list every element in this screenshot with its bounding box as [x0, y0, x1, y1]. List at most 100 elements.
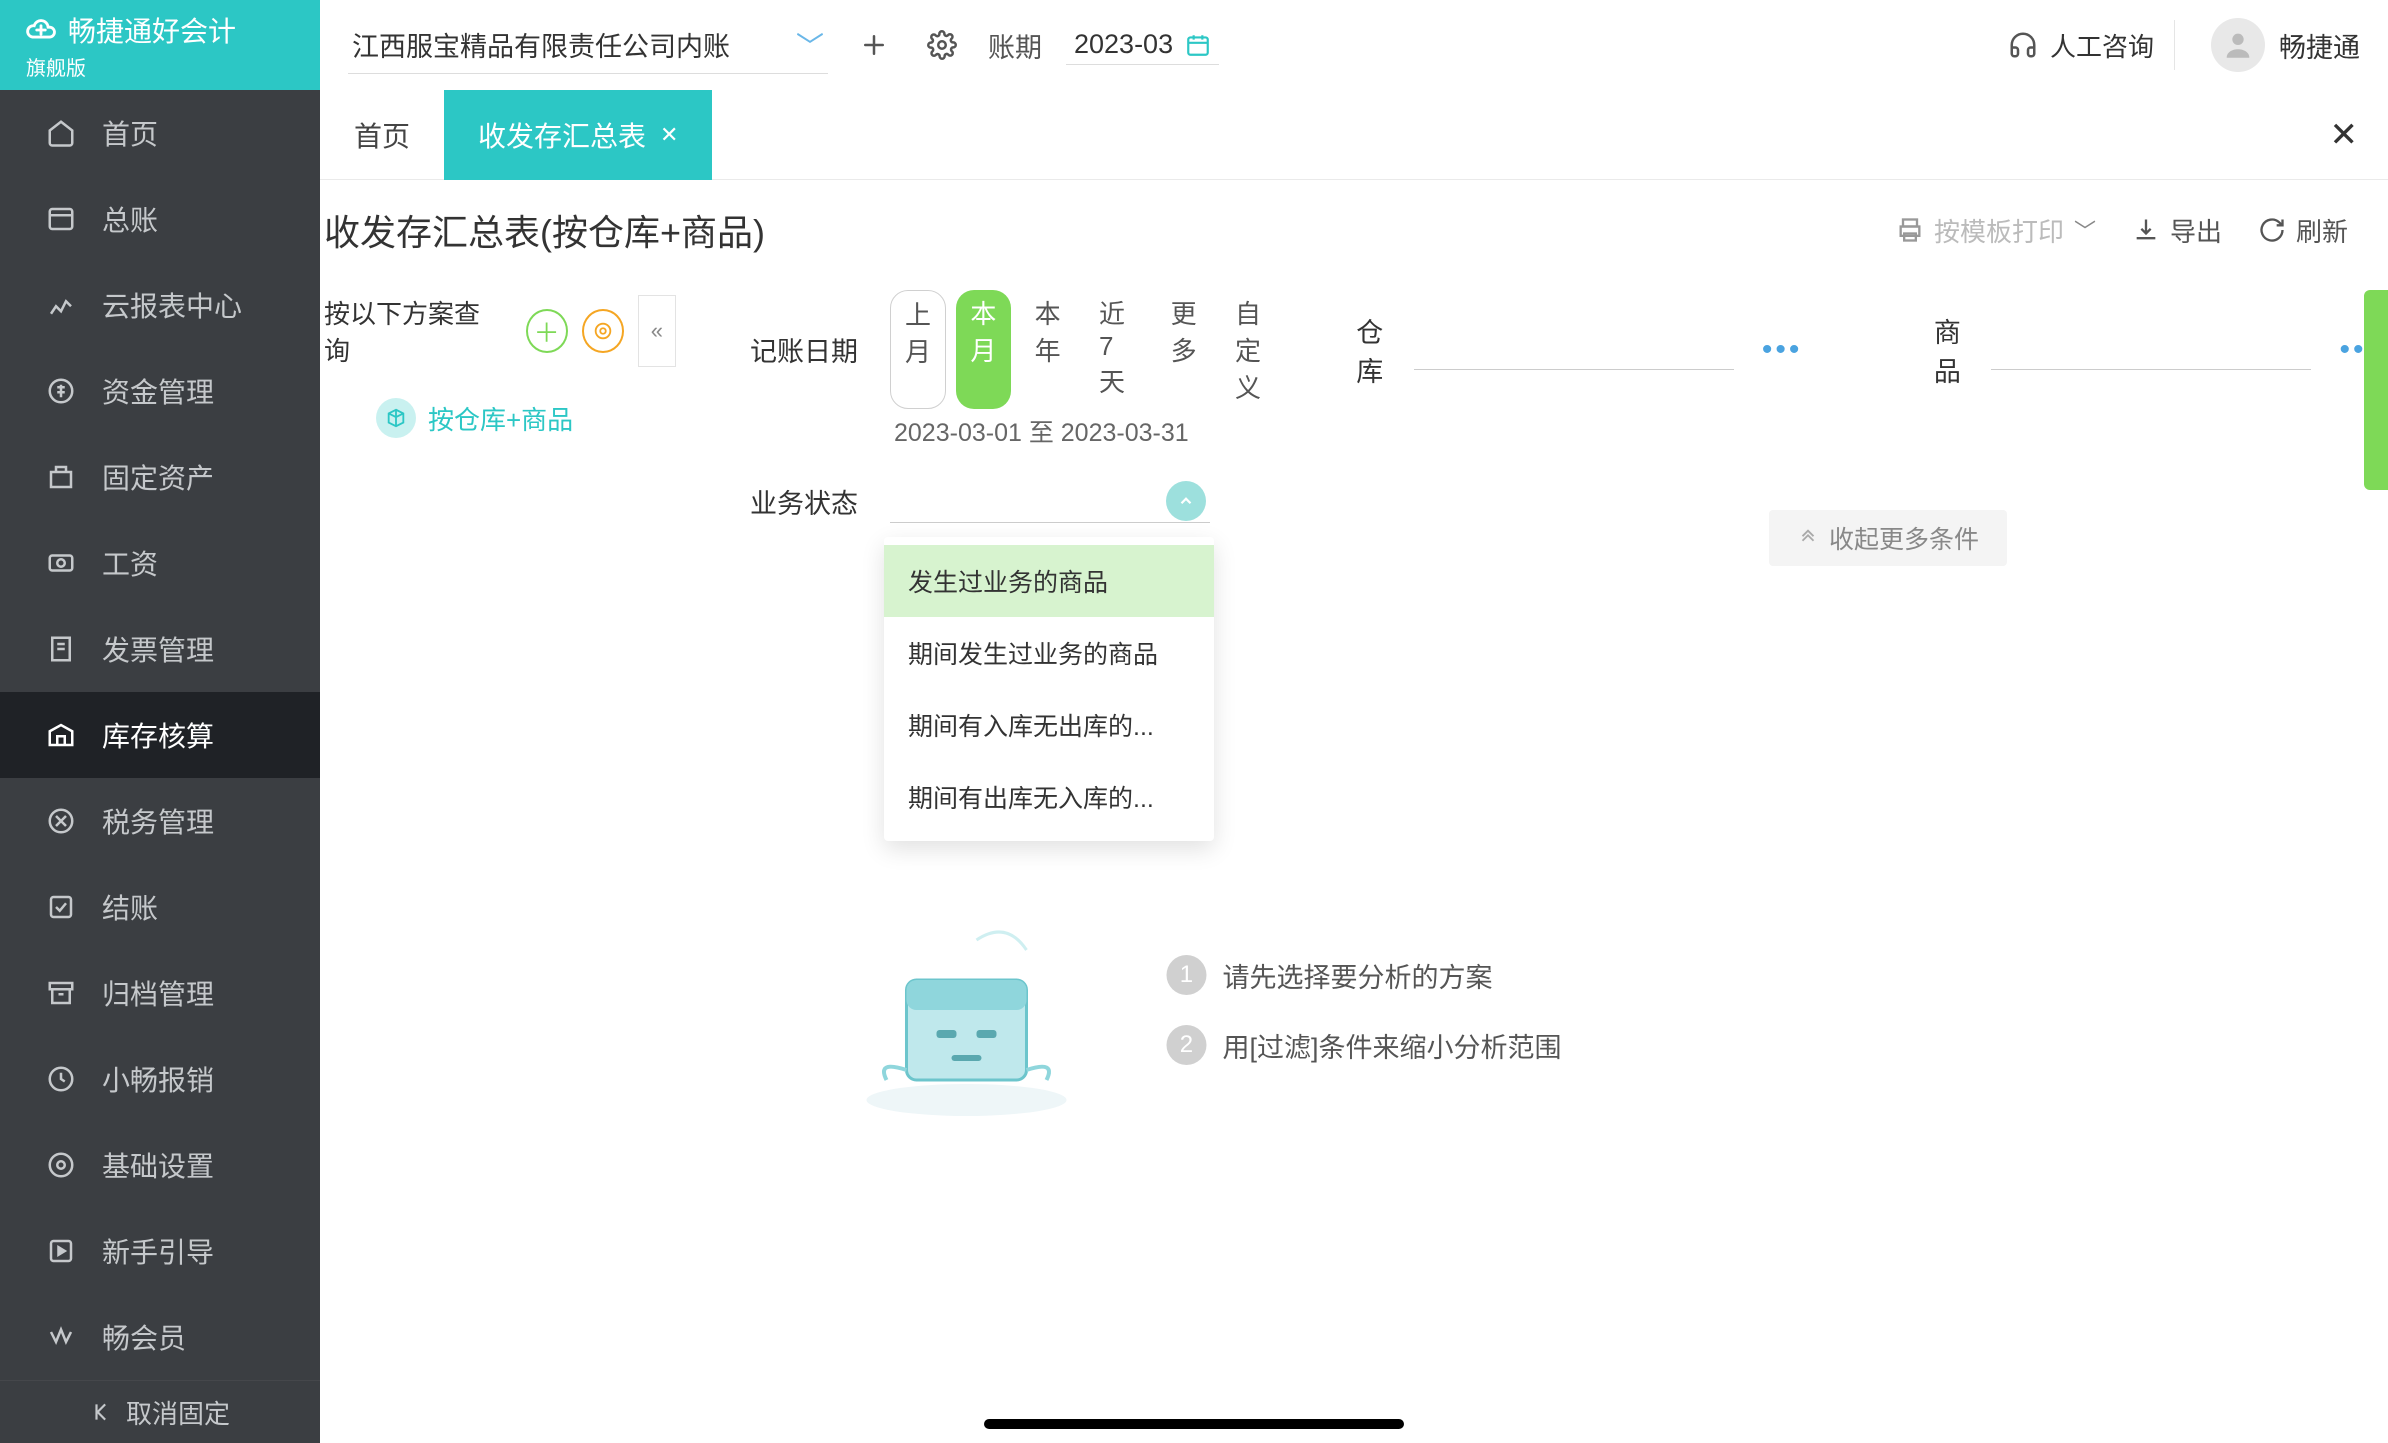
cube-icon	[376, 398, 416, 438]
cloud-logo-icon	[24, 13, 58, 47]
collapse-scheme-button[interactable]: «	[638, 295, 676, 367]
guide-icon	[44, 1234, 78, 1268]
warehouse-input[interactable]	[1414, 330, 1734, 370]
sidebar-item-salary[interactable]: 工资	[0, 520, 320, 606]
sidebar-item-assets[interactable]: 固定资产	[0, 434, 320, 520]
chevron-down-icon: ﹀	[796, 25, 824, 65]
chevron-up-icon	[1166, 481, 1206, 521]
empty-step-2: 2 用[过滤]条件来缩小分析范围	[1166, 1025, 1561, 1065]
close-icon[interactable]: ✕	[660, 122, 678, 148]
warehouse-more-icon[interactable]: •••	[1754, 333, 1811, 367]
empty-state: 1 请先选择要分析的方案 2 用[过滤]条件来缩小分析范围	[826, 890, 1561, 1130]
sidebar-unpin[interactable]: 取消固定	[0, 1380, 320, 1443]
sidebar-item-tax[interactable]: 税务管理	[0, 778, 320, 864]
tab-bar: 首页 收发存汇总表 ✕ ✕	[320, 90, 2388, 180]
pill-this-month[interactable]: 本月	[956, 290, 1010, 409]
period-select[interactable]: 2023-03	[1066, 25, 1219, 65]
date-label: 记账日期	[750, 330, 870, 369]
export-button[interactable]: 导出	[2132, 212, 2222, 249]
logo-area: 畅捷通好会计 旗舰版	[0, 0, 320, 90]
header-right: 江西服宝精品有限责任公司内账 ﹀ 账期 2023-03 人工咨询 畅捷通	[320, 0, 2388, 90]
report-icon	[44, 288, 78, 322]
sidebar-item-reimburse[interactable]: 小畅报销	[0, 1036, 320, 1122]
status-select[interactable]: 发生过业务的商品 期间发生过业务的商品 期间有入库无出库的... 期间有出库无入…	[890, 479, 1210, 523]
date-range: 2023-03-01 至 2023-03-31	[894, 413, 1189, 449]
add-button[interactable]	[852, 23, 896, 67]
sidebar-item-ledger[interactable]: 总账	[0, 176, 320, 262]
sidebar-item-invoice[interactable]: 发票管理	[0, 606, 320, 692]
consult-button[interactable]: 人工咨询	[1988, 20, 2175, 70]
page-title: 收发存汇总表(按仓库+商品)	[320, 204, 765, 256]
avatar	[2211, 18, 2265, 72]
chevron-down-icon: ﹀	[2074, 214, 2096, 246]
salary-icon	[44, 546, 78, 580]
collapse-more-button[interactable]: 收起更多条件	[1769, 510, 2007, 566]
tax-icon	[44, 804, 78, 838]
home-indicator	[984, 1419, 1404, 1429]
logo-text: 畅捷通好会计	[68, 10, 236, 50]
scheme-column: 按以下方案查询 ＋ « 按仓库+商品	[320, 280, 680, 454]
empty-step-1: 1 请先选择要分析的方案	[1166, 955, 1561, 995]
pill-last-month[interactable]: 上月	[890, 290, 946, 409]
reimburse-icon	[44, 1062, 78, 1096]
status-option-2[interactable]: 期间有入库无出库的...	[884, 689, 1214, 761]
sidebar-item-closebook[interactable]: 结账	[0, 864, 320, 950]
settings-icon[interactable]	[920, 23, 964, 67]
pill-custom[interactable]: 自定义	[1221, 290, 1288, 409]
company-name: 江西服宝精品有限责任公司内账	[352, 25, 730, 64]
product-input[interactable]	[1991, 330, 2311, 370]
filters: 记账日期 上月 本月 本年 近7天 更多 自定义 仓库 ••• 商品 ••• 2…	[750, 290, 2388, 533]
user-name: 畅捷通	[2279, 26, 2360, 65]
status-option-1[interactable]: 期间发生过业务的商品	[884, 617, 1214, 689]
fund-icon	[44, 374, 78, 408]
title-bar: 收发存汇总表(按仓库+商品) 按模板打印 ﹀ 导出 刷新	[320, 180, 2388, 280]
sidebar-item-reports[interactable]: 云报表中心	[0, 262, 320, 348]
archive-icon	[44, 976, 78, 1010]
settings-nav-icon	[44, 1148, 78, 1182]
calendar-icon	[1185, 32, 1211, 58]
sidebar-item-funds[interactable]: 资金管理	[0, 348, 320, 434]
sidebar-item-guide[interactable]: 新手引导	[0, 1208, 320, 1294]
step-number-1: 1	[1166, 955, 1206, 995]
step-number-2: 2	[1166, 1025, 1206, 1065]
consult-label: 人工咨询	[2050, 27, 2154, 64]
invoice-icon	[44, 632, 78, 666]
sidebar: 首页 总账 云报表中心 资金管理 固定资产 工资 发票管理 库存核算 税务管理 …	[0, 90, 320, 1443]
home-icon	[44, 116, 78, 150]
period-label: 账期	[988, 26, 1042, 65]
sidebar-item-settings[interactable]: 基础设置	[0, 1122, 320, 1208]
user-area[interactable]: 畅捷通	[2199, 18, 2360, 72]
add-scheme-button[interactable]: ＋	[526, 309, 568, 353]
scheme-settings-button[interactable]	[582, 309, 624, 353]
tab-inventory-summary[interactable]: 收发存汇总表 ✕	[444, 90, 712, 180]
refresh-button[interactable]: 刷新	[2258, 212, 2348, 249]
product-label: 商品	[1934, 311, 1972, 389]
status-option-0[interactable]: 发生过业务的商品	[884, 545, 1214, 617]
query-button[interactable]	[2364, 290, 2388, 490]
print-button[interactable]: 按模板打印 ﹀	[1896, 212, 2096, 249]
status-option-3[interactable]: 期间有出库无入库的...	[884, 761, 1214, 833]
sidebar-item-vip[interactable]: 畅会员	[0, 1294, 320, 1380]
period-value: 2023-03	[1074, 29, 1173, 60]
asset-icon	[44, 460, 78, 494]
tabs-close-all[interactable]: ✕	[2300, 115, 2388, 155]
tab-home[interactable]: 首页	[320, 90, 444, 180]
company-select[interactable]: 江西服宝精品有限责任公司内账 ﹀	[348, 17, 828, 74]
pill-this-year[interactable]: 本年	[1021, 290, 1075, 409]
closebook-icon	[44, 890, 78, 924]
status-dropdown: 发生过业务的商品 期间发生过业务的商品 期间有入库无出库的... 期间有出库无入…	[884, 537, 1214, 841]
date-pills: 上月 本月 本年 近7天 更多 自定义	[890, 290, 1288, 409]
scheme-item[interactable]: 按仓库+商品	[320, 382, 680, 454]
top-header: 畅捷通好会计 旗舰版 江西服宝精品有限责任公司内账 ﹀ 账期 2023-03 人…	[0, 0, 2388, 90]
warehouse-label: 仓库	[1356, 311, 1394, 389]
pill-more[interactable]: 更多	[1157, 290, 1211, 409]
sidebar-item-inventory[interactable]: 库存核算	[0, 692, 320, 778]
ledger-icon	[44, 202, 78, 236]
vip-icon	[44, 1320, 78, 1354]
sidebar-item-home[interactable]: 首页	[0, 90, 320, 176]
pill-7days[interactable]: 近7天	[1085, 290, 1147, 409]
sidebar-item-archive[interactable]: 归档管理	[0, 950, 320, 1036]
empty-illustration	[826, 890, 1106, 1130]
status-label: 业务状态	[750, 482, 870, 521]
scheme-header-label: 按以下方案查询	[324, 294, 498, 368]
